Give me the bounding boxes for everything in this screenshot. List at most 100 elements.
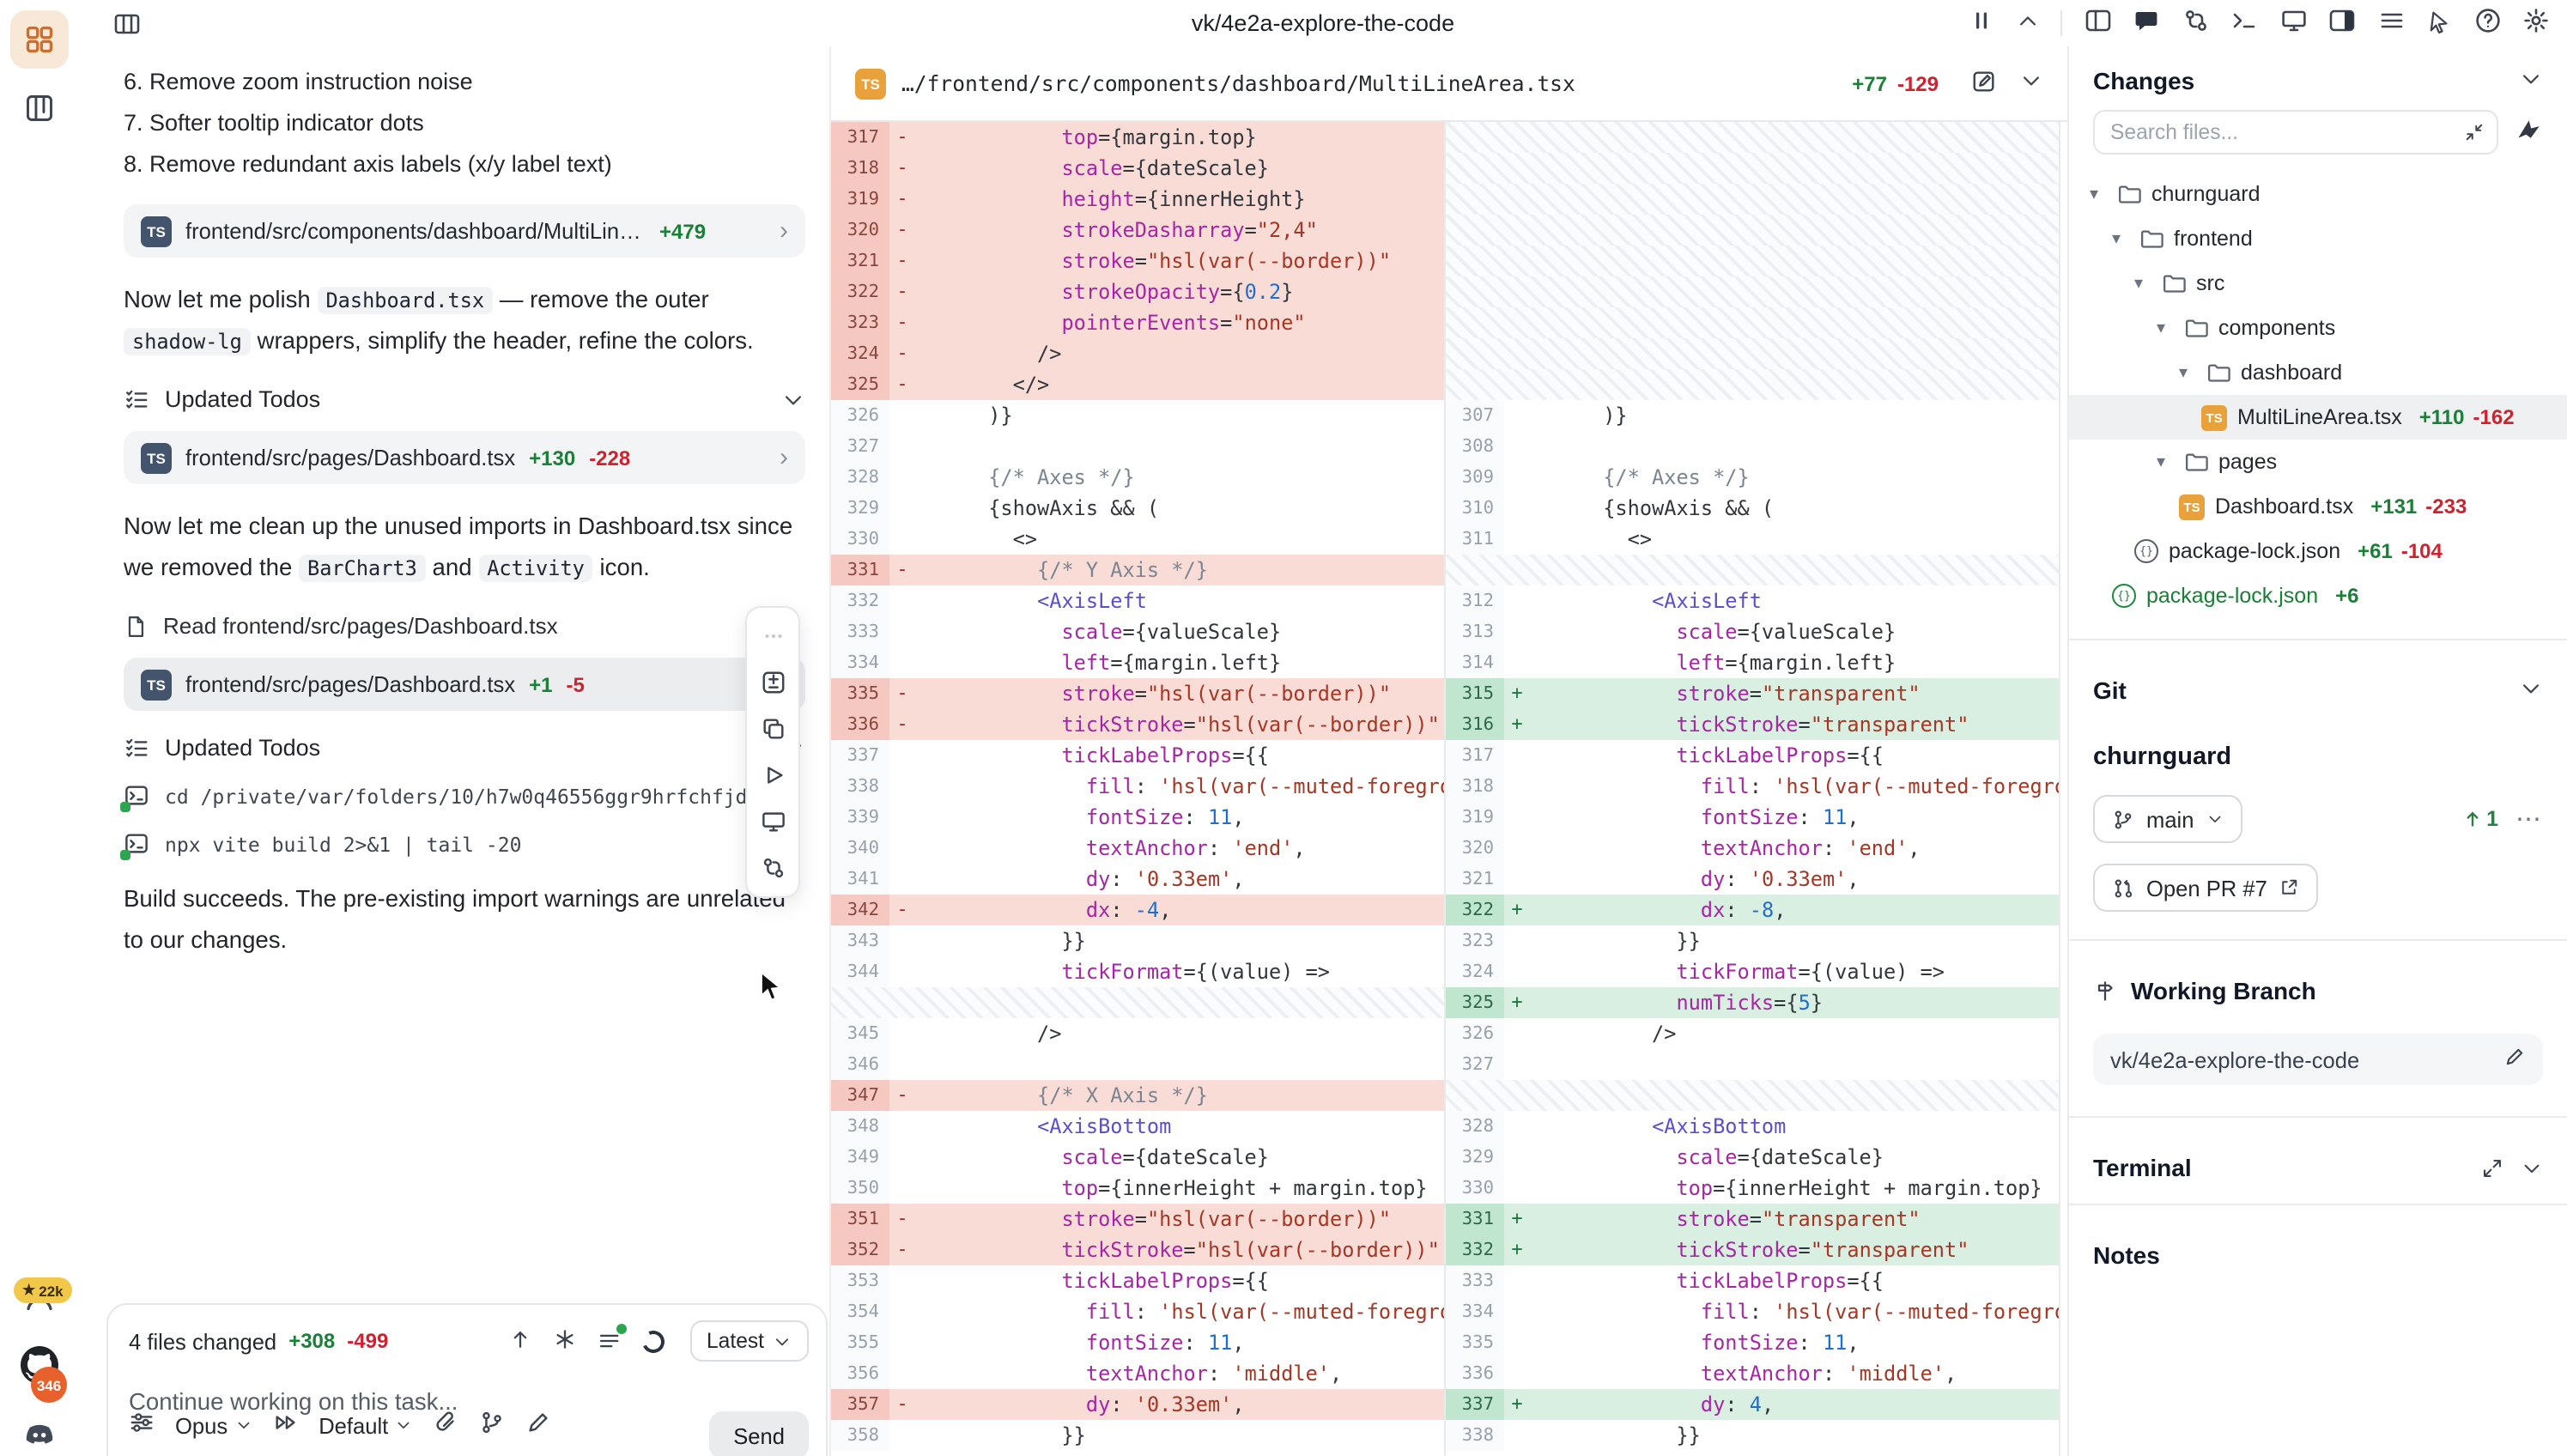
line-number: 320 (831, 215, 889, 246)
file-change-chip[interactable]: TS frontend/src/components/dashboard/Mul… (124, 204, 805, 258)
tree-item-churnguard[interactable]: ▾churnguard (2069, 172, 2567, 216)
diff-sign (889, 1049, 915, 1080)
version-select[interactable]: Latest (689, 1320, 809, 1362)
diff-sign (889, 647, 915, 678)
preview-view-button[interactable] (2279, 7, 2307, 39)
send-button[interactable]: Send (709, 1411, 809, 1456)
repo-name: churnguard (2069, 743, 2567, 771)
tree-item-label: dashboard (2241, 361, 2342, 385)
compact-context-button[interactable] (552, 1326, 576, 1356)
gear-icon (2522, 7, 2550, 34)
branch-from-here-button[interactable] (479, 1410, 505, 1441)
tree-item-frontend[interactable]: ▾frontend (2069, 216, 2567, 261)
layout-columns-button[interactable] (113, 9, 141, 37)
code-text: /> (1530, 1018, 2059, 1049)
code-text: tickStroke="transparent" (1530, 709, 2059, 740)
pointer-mode-button[interactable] (2426, 8, 2452, 39)
added-lines: +131 (2370, 494, 2417, 519)
updated-todos-row[interactable]: Updated Todos (124, 386, 805, 412)
changes-section-header[interactable]: Changes (2069, 58, 2567, 103)
git-more-button[interactable]: ⋯ (2515, 804, 2543, 834)
view-changes-button[interactable] (750, 659, 795, 706)
input-settings-button[interactable] (129, 1410, 155, 1441)
chat-view-button[interactable] (2133, 7, 2160, 39)
terminal-command-row[interactable]: npx vite build 2>&1 | tail -20 (124, 831, 805, 857)
code-text: left={margin.left} (1530, 647, 2059, 678)
fast-forward-button[interactable] (272, 1410, 298, 1441)
git-section-header[interactable]: Git (2069, 668, 2567, 713)
todos-status-button[interactable] (597, 1329, 621, 1353)
code-text: fill: 'hsl(var(--muted-foreground))', (1530, 771, 2059, 802)
open-pr-button[interactable]: Open PR #7 (2093, 864, 2319, 912)
tree-item-dashboard-tsx[interactable]: TSDashboard.tsx+131-233 (2069, 484, 2567, 529)
updated-todos-row[interactable]: Updated Todos (124, 735, 805, 761)
collapse-diff-button[interactable] (2019, 69, 2043, 98)
attach-button[interactable] (433, 1410, 458, 1441)
line-number: 315 (1446, 678, 1504, 709)
terminal-section-header[interactable]: Terminal (2069, 1145, 2567, 1190)
diff-sign (1504, 1173, 1530, 1204)
collapse-button[interactable] (2015, 9, 2039, 38)
file-change-chip[interactable]: TS frontend/src/pages/Dashboard.tsx +130… (124, 431, 805, 484)
updated-todos-label: Updated Todos (165, 735, 320, 761)
toggle-left-panel-button[interactable] (2084, 7, 2111, 39)
git-compare-icon (2182, 7, 2209, 34)
pause-button[interactable] (1969, 9, 1994, 38)
code-text: stroke="hsl(var(--border))" (915, 246, 1444, 276)
expand-icon[interactable] (2481, 1156, 2503, 1179)
tree-item-components[interactable]: ▾components (2069, 306, 2567, 350)
branch-select[interactable]: main (2093, 795, 2242, 843)
line-number: 339 (831, 802, 889, 833)
tree-item-pages[interactable]: ▾pages (2069, 440, 2567, 484)
loading-spinner-icon (638, 1326, 666, 1355)
scroll-to-top-button[interactable] (507, 1326, 531, 1356)
compare-button[interactable] (750, 845, 795, 891)
run-button[interactable] (750, 752, 795, 798)
copy-button[interactable] (750, 706, 795, 752)
menu-button[interactable] (2377, 7, 2405, 39)
diff-view-options-button[interactable] (1971, 68, 1997, 99)
terminal-view-button[interactable] (2230, 7, 2258, 39)
files-changed-row[interactable]: 4 files changed +308 -499 Latest (108, 1305, 826, 1362)
line-number: 335 (1446, 1327, 1504, 1358)
diff-line-right-326: 326 /> (1446, 1018, 2059, 1049)
assistant-list-item: 7. Softer tooltip indicator dots (124, 103, 805, 144)
tree-item-package-lock-json[interactable]: {}package-lock.json+61-104 (2069, 529, 2567, 573)
discord-link[interactable] (21, 1417, 58, 1456)
rename-branch-button[interactable] (2503, 1046, 2526, 1073)
help-button[interactable] (2473, 7, 2501, 39)
tree-item-dashboard[interactable]: ▾dashboard (2069, 350, 2567, 395)
edit-prompt-button[interactable] (525, 1410, 551, 1441)
code-text: left={margin.left} (915, 647, 1444, 678)
code-text: <AxisLeft (915, 585, 1444, 616)
preview-button[interactable] (750, 798, 795, 845)
more-actions-button[interactable] (750, 613, 795, 659)
file-change-chip-selected[interactable]: TS frontend/src/pages/Dashboard.tsx +1 -… (124, 658, 805, 711)
collapse-all-icon[interactable] (2464, 122, 2485, 143)
read-file-label: Read frontend/src/pages/Dashboard.tsx (163, 613, 558, 639)
line-number: 347 (831, 1080, 889, 1111)
app-home-button[interactable] (10, 10, 69, 69)
tree-item-multilinearea-tsx[interactable]: TSMultiLineArea.tsx+110-162 (2069, 395, 2567, 440)
diff-sign (889, 1265, 915, 1296)
read-file-row[interactable]: Read frontend/src/pages/Dashboard.tsx (124, 613, 805, 639)
toggle-right-panel-button[interactable] (2328, 7, 2356, 39)
diff-view-button[interactable] (2182, 7, 2209, 39)
notes-section-header[interactable]: Notes (2069, 1233, 2567, 1277)
settings-button[interactable] (2522, 7, 2550, 39)
line-number: 310 (1446, 493, 1504, 524)
search-files-input[interactable] (2110, 120, 2454, 144)
assistant-toggle-button[interactable] (2514, 115, 2543, 149)
ahead-count[interactable]: 1 (2462, 807, 2498, 831)
code-text: height={innerHeight} (915, 184, 1444, 215)
board-view-button[interactable] (10, 79, 69, 137)
mode-select[interactable]: Default (319, 1412, 412, 1438)
tree-item-src[interactable]: ▾src (2069, 261, 2567, 306)
line-number: 316 (1446, 709, 1504, 740)
terminal-command-row[interactable]: cd /private/var/folders/10/h7w0q46556ggr… (124, 783, 805, 809)
chevron-down-icon: ▾ (2112, 229, 2129, 248)
line-number: 321 (831, 246, 889, 276)
tree-item-package-lock-json[interactable]: {}package-lock.json+6 (2069, 573, 2567, 618)
diff-sign: - (889, 369, 915, 400)
model-select[interactable]: Opus (175, 1412, 252, 1438)
